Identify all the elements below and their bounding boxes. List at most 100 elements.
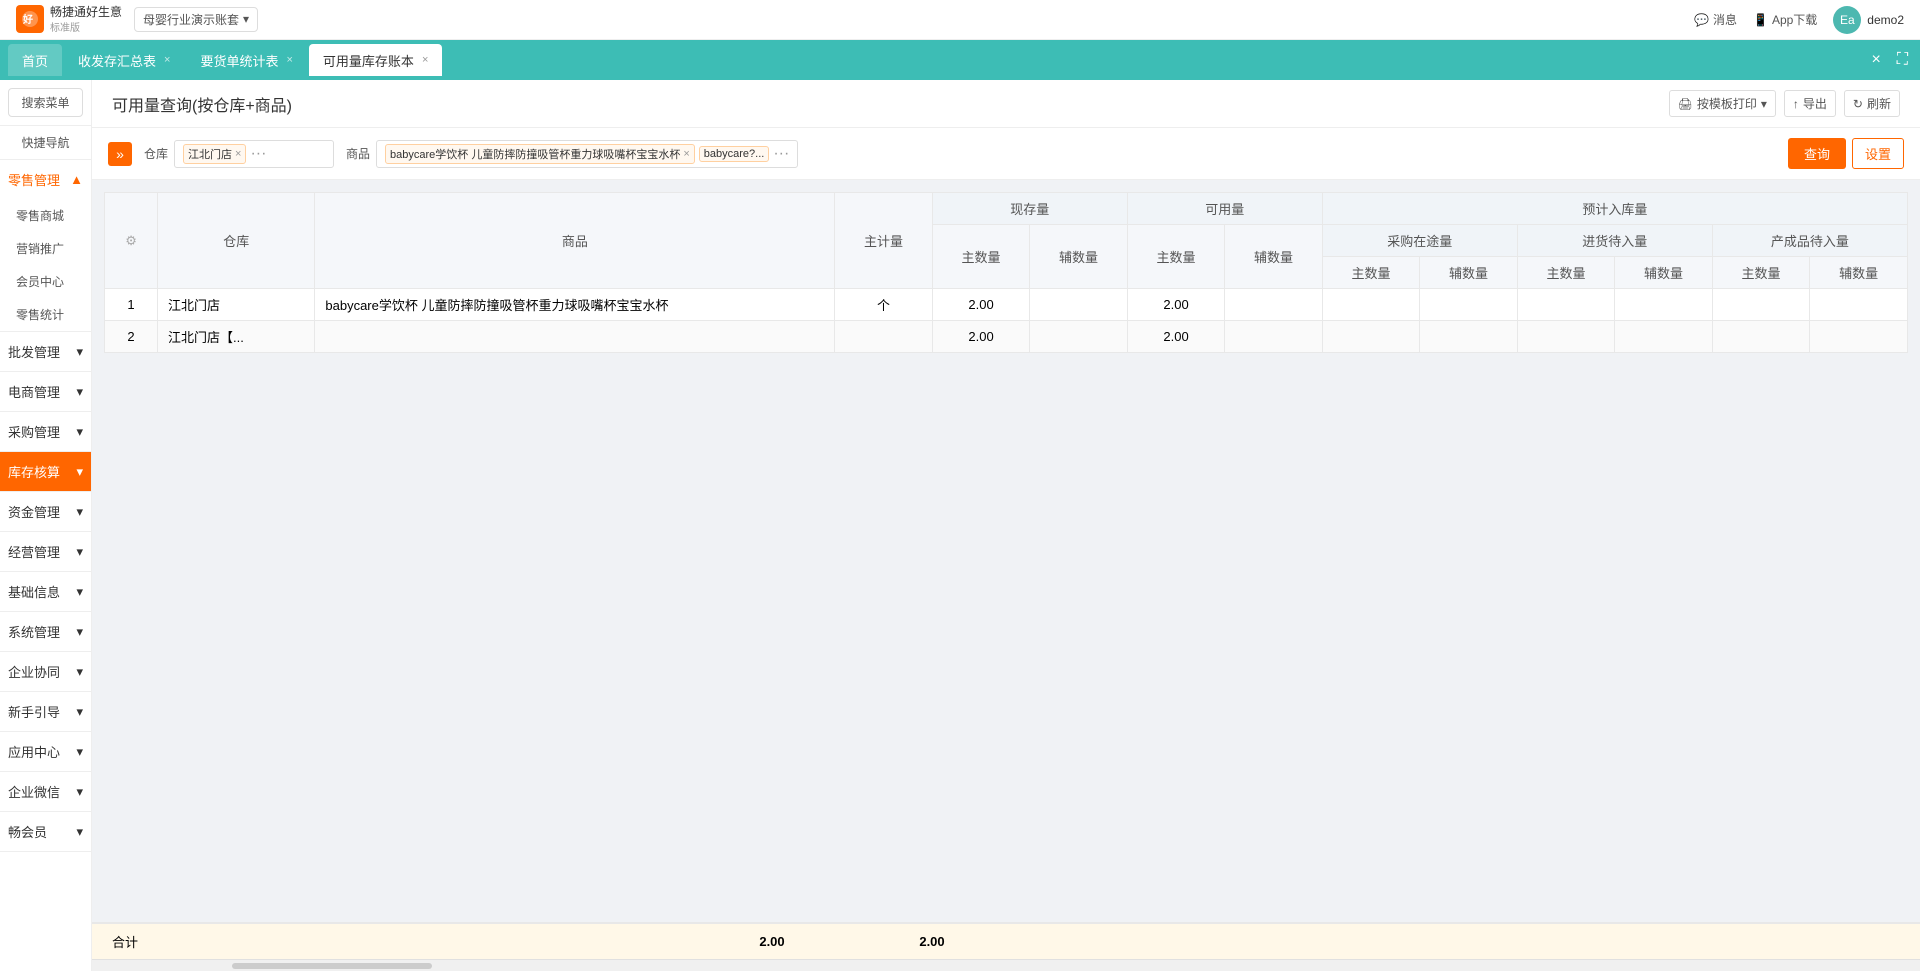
sidebar-item-wholesale-mgmt[interactable]: 批发管理 ▾ xyxy=(0,332,91,371)
finance-label: 资金管理 xyxy=(8,502,60,521)
cell-stock-main: 2.00 xyxy=(932,289,1030,321)
sidebar-item-retail-stats[interactable]: 零售统计 xyxy=(0,298,91,331)
more-options-icon[interactable]: ··· xyxy=(250,145,266,163)
sidebar-item-inventory-check[interactable]: 库存核算 ▾ xyxy=(0,452,91,491)
cell-incoming-main xyxy=(1517,289,1615,321)
filter-expand-btn[interactable]: » xyxy=(108,142,132,166)
sidebar-item-retail-mgmt[interactable]: 零售管理 ▲ xyxy=(0,160,91,199)
message-btn[interactable]: 💬 消息 xyxy=(1694,11,1737,28)
col-main-unit-header: 主计量 xyxy=(835,193,933,289)
maximize-btn[interactable]: ⛶ xyxy=(1893,47,1912,73)
more-options-icon[interactable]: ··· xyxy=(773,145,789,163)
sidebar-group-wechat: 企业微信 ▾ xyxy=(0,772,91,812)
tab-available-stock[interactable]: 可用量库存账本 × xyxy=(309,44,442,76)
horizontal-scrollbar[interactable] xyxy=(232,963,432,969)
logo-icon: 好 xyxy=(16,5,44,33)
top-bar-left: 好 畅捷通好生意 标准版 母婴行业演示账套 ▾ xyxy=(16,5,258,34)
query-btn[interactable]: 查询 xyxy=(1788,138,1846,169)
table-area: ⚙ 仓库 商品 主计量 现存量 可用量 预计入库量 主数量 辅数量 主数量 辅数… xyxy=(92,180,1920,922)
product-tag1-close[interactable]: × xyxy=(683,148,689,160)
sidebar-search-area: 搜索菜单 xyxy=(0,80,91,126)
tab-home[interactable]: 首页 xyxy=(8,44,62,76)
chevron-down-icon: ▾ xyxy=(76,824,83,840)
data-table: ⚙ 仓库 商品 主计量 现存量 可用量 预计入库量 主数量 辅数量 主数量 辅数… xyxy=(104,192,1908,353)
sidebar-item-purchase-mgmt[interactable]: 采购管理 ▾ xyxy=(0,412,91,451)
close-icon[interactable]: × xyxy=(164,54,170,66)
warehouse-input[interactable]: 江北门店 × ··· xyxy=(174,140,334,168)
industry-selector[interactable]: 母婴行业演示账套 ▾ xyxy=(134,7,258,32)
sidebar-item-finance-mgmt[interactable]: 资金管理 ▾ xyxy=(0,492,91,531)
product-input[interactable]: babycare学饮杯 儿童防摔防撞吸管杯重力球吸嘴杯宝宝水杯 × babyca… xyxy=(376,140,798,168)
new-guide-label: 新手引导 xyxy=(8,702,60,721)
table-footer: 合计 2.00 2.00 xyxy=(92,922,1920,959)
warehouse-tag-text: 江北门店 xyxy=(188,146,232,162)
cell-stock-aux xyxy=(1030,289,1128,321)
svg-text:好: 好 xyxy=(22,13,33,26)
refresh-btn[interactable]: ↻ 刷新 xyxy=(1844,90,1900,117)
chevron-down-icon: ▾ xyxy=(76,664,83,680)
scroll-area xyxy=(92,959,1920,971)
sidebar-item-app-center[interactable]: 应用中心 ▾ xyxy=(0,732,91,771)
industry-label: 母婴行业演示账套 xyxy=(143,11,239,28)
tab-available-stock-label: 可用量库存账本 xyxy=(323,51,414,70)
setting-btn[interactable]: 设置 xyxy=(1852,138,1904,169)
sidebar-group-ops: 经营管理 ▾ xyxy=(0,532,91,572)
col-settings[interactable]: ⚙ xyxy=(105,193,158,289)
close-all-btn[interactable]: × xyxy=(1867,47,1884,73)
close-icon[interactable]: × xyxy=(422,54,428,66)
ecommerce-label: 电商管理 xyxy=(8,382,60,401)
tab-receipt-summary[interactable]: 收发存汇总表 × xyxy=(64,44,184,76)
export-btn[interactable]: ↑ 导出 xyxy=(1784,90,1836,117)
app-download-btn[interactable]: 📱 App下载 xyxy=(1753,11,1817,28)
retail-mgmt-label: 零售管理 xyxy=(8,170,60,189)
user-area[interactable]: Ea demo2 xyxy=(1833,6,1904,34)
chevron-down-icon: ▾ xyxy=(76,504,83,520)
cell-purchase-main xyxy=(1322,321,1420,353)
col-avail-main-qty: 主数量 xyxy=(1127,225,1225,289)
col-stock-aux-qty: 辅数量 xyxy=(1030,225,1128,289)
search-menu-btn[interactable]: 搜索菜单 xyxy=(8,88,83,117)
gear-icon[interactable]: ⚙ xyxy=(125,233,137,248)
app-center-label: 应用中心 xyxy=(8,742,60,761)
sidebar-item-member-center[interactable]: 会员中心 xyxy=(0,265,91,298)
product-filter: 商品 babycare学饮杯 儿童防摔防撞吸管杯重力球吸嘴杯宝宝水杯 × bab… xyxy=(346,140,798,168)
content-area: 可用量查询(按仓库+商品) 🖨 按模板打印 ▾ ↑ 导出 ↻ 刷新 » xyxy=(92,80,1920,971)
sidebar-item-sys-mgmt[interactable]: 系统管理 ▾ xyxy=(0,612,91,651)
sidebar-group-new-guide: 新手引导 ▾ xyxy=(0,692,91,732)
footer-avail-main-qty: 2.00 xyxy=(892,934,972,949)
wholesale-label: 批发管理 xyxy=(8,342,60,361)
export-icon: ↑ xyxy=(1793,97,1799,111)
sidebar-item-online-store[interactable]: 零售商城 xyxy=(0,199,91,232)
avatar-text: Ea xyxy=(1840,13,1855,27)
tab-order-stats[interactable]: 要货单统计表 × xyxy=(186,44,306,76)
sidebar-item-basic-info[interactable]: 基础信息 ▾ xyxy=(0,572,91,611)
close-icon[interactable]: × xyxy=(286,54,292,66)
top-bar: 好 畅捷通好生意 标准版 母婴行业演示账套 ▾ 💬 消息 📱 App下载 Ea … xyxy=(0,0,1920,40)
ops-label: 经营管理 xyxy=(8,542,60,561)
top-bar-right: 💬 消息 📱 App下载 Ea demo2 xyxy=(1694,6,1904,34)
sidebar-item-marketing[interactable]: 营销推广 xyxy=(0,232,91,265)
sidebar-item-enterprise[interactable]: 企业协同 ▾ xyxy=(0,652,91,691)
sidebar-item-ops-mgmt[interactable]: 经营管理 ▾ xyxy=(0,532,91,571)
quick-nav-btn[interactable]: 快捷导航 xyxy=(0,126,91,160)
col-production-main: 主数量 xyxy=(1712,257,1810,289)
template-print-btn[interactable]: 🖨 按模板打印 ▾ xyxy=(1669,90,1776,117)
sidebar-item-wechat[interactable]: 企业微信 ▾ xyxy=(0,772,91,811)
chevron-down-icon: ▾ xyxy=(76,464,83,480)
product-tag1: babycare学饮杯 儿童防摔防撞吸管杯重力球吸嘴杯宝宝水杯 × xyxy=(385,144,695,164)
template-print-label: 按模板打印 xyxy=(1697,95,1757,112)
main-layout: 搜索菜单 快捷导航 零售管理 ▲ 零售商城 营销推广 会员中心 零售统计 批发管… xyxy=(0,80,1920,971)
cell-main-unit xyxy=(835,321,933,353)
chevron-down-icon: ▾ xyxy=(76,744,83,760)
refresh-label: 刷新 xyxy=(1867,95,1891,112)
sidebar-item-new-guide[interactable]: 新手引导 ▾ xyxy=(0,692,91,731)
sidebar-item-ecommerce-mgmt[interactable]: 电商管理 ▾ xyxy=(0,372,91,411)
warehouse-tag-close[interactable]: × xyxy=(235,148,241,160)
col-product-header: 商品 xyxy=(315,193,835,289)
cell-incoming-aux xyxy=(1615,321,1713,353)
cell-seq: 2 xyxy=(105,321,158,353)
sidebar-item-vip[interactable]: 畅会员 ▾ xyxy=(0,812,91,851)
user-name: demo2 xyxy=(1867,13,1904,27)
cell-stock-aux xyxy=(1030,321,1128,353)
col-purchase-main: 主数量 xyxy=(1322,257,1420,289)
